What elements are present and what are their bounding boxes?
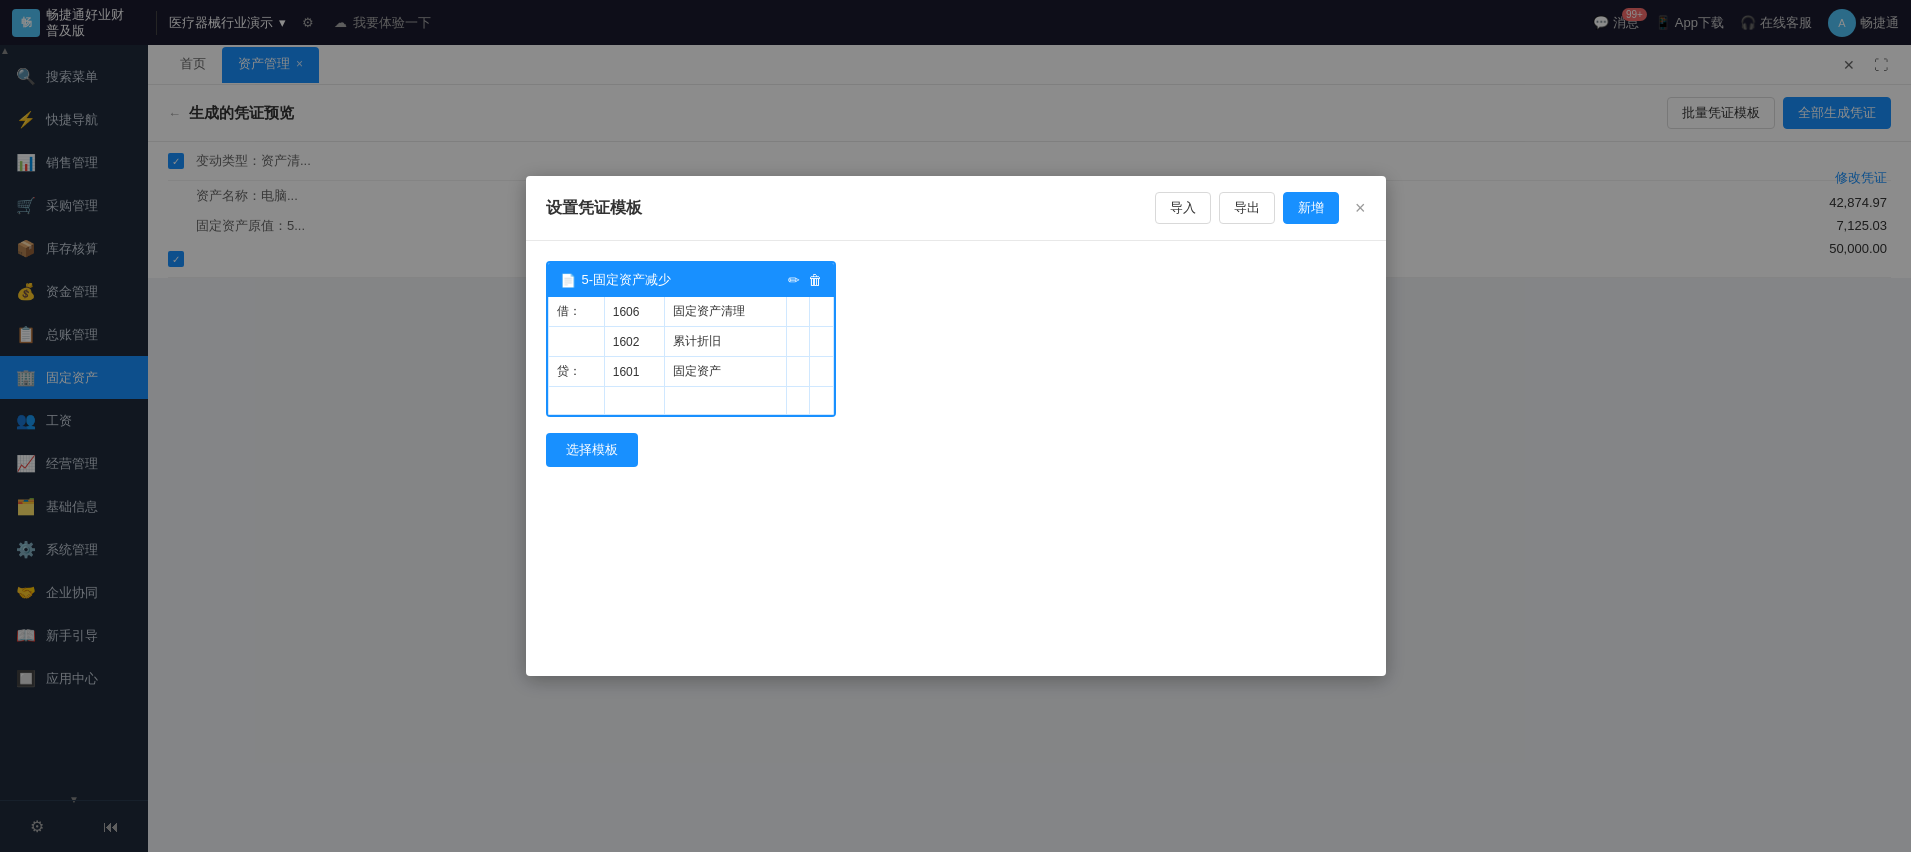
select-template-btn[interactable]: 选择模板 <box>546 433 638 467</box>
page-content: ← 生成的凭证预览 批量凭证模板 全部生成凭证 ✓ 变动类型：资产清... <box>148 85 1911 852</box>
empty-1 <box>548 387 604 415</box>
template-delete-icon[interactable]: 🗑 <box>808 272 822 288</box>
empty-4 <box>786 387 809 415</box>
debit-code-2: 1602 <box>604 327 664 357</box>
debit-label-2 <box>548 327 604 357</box>
template-row-1: 借： 1606 固定资产清理 <box>548 297 833 327</box>
modal-body: 📄 5-固定资产减少 ✏ 🗑 <box>526 241 1386 676</box>
import-btn[interactable]: 导入 <box>1155 192 1211 224</box>
debit-name-1: 固定资产清理 <box>664 297 786 327</box>
empty-3 <box>664 387 786 415</box>
modal-overlay: 设置凭证模板 导入 导出 新增 × <box>148 85 1911 852</box>
debit-extra-1 <box>786 297 809 327</box>
credit-label-1: 贷： <box>548 357 604 387</box>
modal-title: 设置凭证模板 <box>546 198 642 219</box>
template-row-2: 1602 累计折旧 <box>548 327 833 357</box>
main-area: ▲ 🔍 搜索菜单 ⚡ 快捷导航 📊 销售管理 🛒 采购管理 <box>0 45 1911 852</box>
template-table: 借： 1606 固定资产清理 1602 <box>548 297 834 415</box>
debit-name-2: 累计折旧 <box>664 327 786 357</box>
voucher-template-modal: 设置凭证模板 导入 导出 新增 × <box>526 176 1386 676</box>
debit-label-1: 借： <box>548 297 604 327</box>
template-card-title: 📄 5-固定资产减少 <box>560 271 672 289</box>
debit-extra-3 <box>786 327 809 357</box>
empty-2 <box>604 387 664 415</box>
credit-extra-2 <box>810 357 833 387</box>
template-card: 📄 5-固定资产减少 ✏ 🗑 <box>546 261 836 417</box>
template-card-actions: ✏ 🗑 <box>788 272 822 288</box>
debit-extra-4 <box>810 327 833 357</box>
credit-extra-1 <box>786 357 809 387</box>
template-name: 5-固定资产减少 <box>582 271 672 289</box>
template-card-header: 📄 5-固定资产减少 ✏ 🗑 <box>548 263 834 297</box>
debit-extra-2 <box>810 297 833 327</box>
modal-header: 设置凭证模板 导入 导出 新增 × <box>526 176 1386 241</box>
empty-5 <box>810 387 833 415</box>
content-area: 首页 资产管理 × ✕ ⛶ ← 生成的凭证预览 <box>148 45 1911 852</box>
template-row-3: 贷： 1601 固定资产 <box>548 357 833 387</box>
template-row-4 <box>548 387 833 415</box>
debit-code-1: 1606 <box>604 297 664 327</box>
credit-code-1: 1601 <box>604 357 664 387</box>
modal-close-btn[interactable]: × <box>1355 198 1366 219</box>
new-template-btn[interactable]: 新增 <box>1283 192 1339 224</box>
template-doc-icon: 📄 <box>560 273 576 288</box>
credit-name-1: 固定资产 <box>664 357 786 387</box>
template-edit-icon[interactable]: ✏ <box>788 272 800 288</box>
modal-header-actions: 导入 导出 新增 × <box>1155 192 1366 224</box>
export-btn[interactable]: 导出 <box>1219 192 1275 224</box>
